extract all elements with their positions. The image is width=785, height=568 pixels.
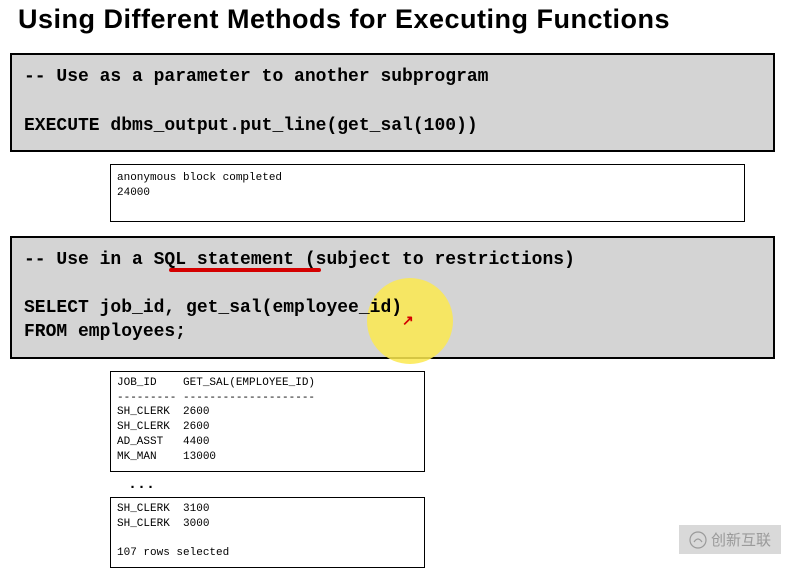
watermark: 创新互联 [679,525,781,554]
comment-line-sql: -- Use in a SQL statement (subject to re… [24,250,575,270]
pointer-arrow-icon: ↗ [402,313,414,332]
watermark-text: 创新互联 [711,529,771,550]
output-anonymous-block: anonymous block completed 24000 [110,164,745,222]
code-line-execute: EXECUTE dbms_output.put_line(get_sal(100… [24,116,478,136]
output-query-result-1: JOB_ID GET_SAL(EMPLOYEE_ID) --------- --… [110,371,425,472]
watermark-logo-icon [689,531,707,549]
ellipsis: ... [128,476,785,493]
page-title: Using Different Methods for Executing Fu… [0,0,785,35]
code-line-select: SELECT job_id, get_sal(employee_id) FROM… [24,298,402,342]
comment-line: -- Use as a parameter to another subprog… [24,67,488,87]
code-block-sql: ↗ -- Use in a SQL statement (subject to … [10,236,775,359]
code-block-subprogram: -- Use as a parameter to another subprog… [10,53,775,152]
output-query-result-2: SH_CLERK 3100 SH_CLERK 3000 107 rows sel… [110,497,425,568]
